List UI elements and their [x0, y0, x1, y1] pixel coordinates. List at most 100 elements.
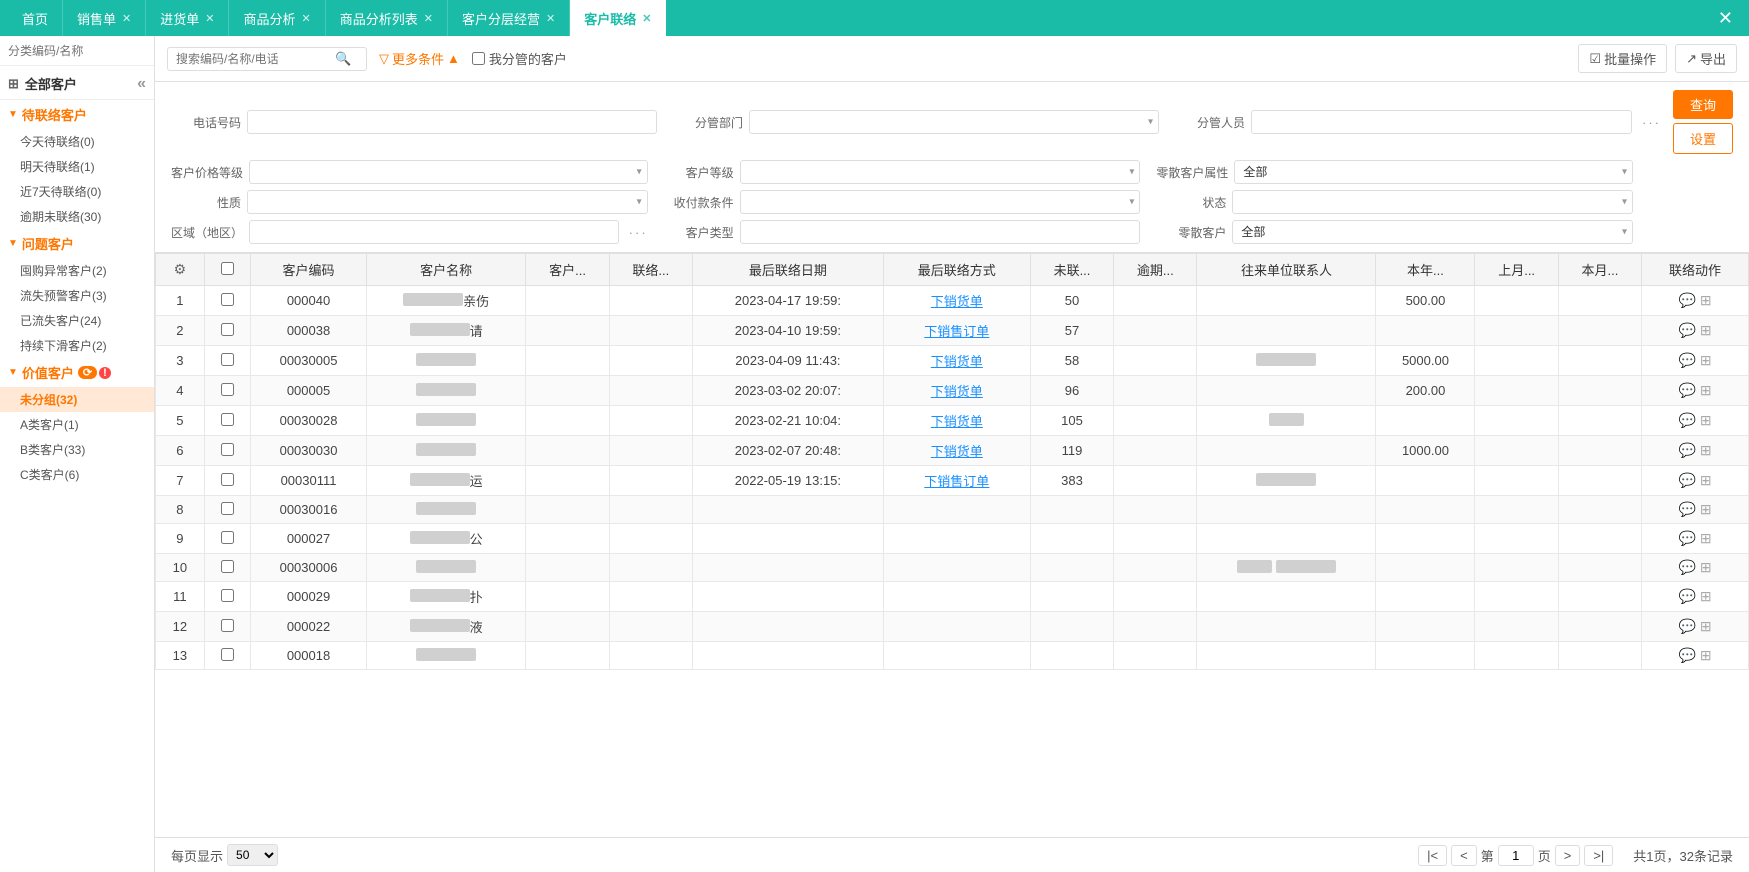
sidebar-item-abnormal[interactable]: 囤购异常客户(2): [0, 258, 154, 283]
td-checkbox[interactable]: [204, 346, 250, 376]
sidebar-group-problem[interactable]: ▼ 问题客户: [0, 229, 154, 258]
sidebar-item-churned[interactable]: 已流失客户(24): [0, 308, 154, 333]
nav-tab-analysis-list[interactable]: 商品分析列表 ✕: [326, 0, 448, 36]
td-checkbox[interactable]: [204, 642, 250, 670]
td-last-way[interactable]: 下销货单: [883, 286, 1030, 316]
action-grid-icon[interactable]: ⊞: [1700, 588, 1712, 605]
my-customers-checkbox[interactable]: [472, 52, 485, 65]
sidebar-item-churn-warning[interactable]: 流失预警客户(3): [0, 283, 154, 308]
sidebar-group-pending[interactable]: ▼ 待联络客户: [0, 100, 154, 129]
action-chat-icon[interactable]: 💬: [1678, 352, 1695, 369]
td-checkbox[interactable]: [204, 316, 250, 346]
row-checkbox[interactable]: [221, 531, 234, 544]
region-input[interactable]: [249, 220, 619, 244]
col-contact-person[interactable]: 往来单位联系人: [1197, 254, 1376, 286]
action-chat-icon[interactable]: 💬: [1678, 472, 1695, 489]
person-more-icon[interactable]: ···: [1642, 115, 1661, 130]
search-icon[interactable]: 🔍: [335, 51, 351, 67]
action-chat-icon[interactable]: 💬: [1678, 559, 1695, 576]
reset-button[interactable]: 设置: [1673, 123, 1733, 154]
td-checkbox[interactable]: [204, 524, 250, 554]
sidebar-all-customers[interactable]: ⊞ 全部客户 «: [0, 66, 154, 100]
col-checkbox[interactable]: [204, 254, 250, 286]
page-input[interactable]: [1498, 845, 1534, 866]
filter-more-btn[interactable]: ▽ 更多条件 ▲: [379, 49, 460, 68]
nav-tab-analysis[interactable]: 商品分析 ✕: [229, 0, 325, 36]
col-last-date[interactable]: 最后联络日期: [693, 254, 884, 286]
payment-select[interactable]: [740, 190, 1141, 214]
col-code[interactable]: 客户编码: [251, 254, 367, 286]
row-checkbox[interactable]: [221, 619, 234, 632]
retail-attr-select[interactable]: 全部: [1234, 160, 1633, 184]
col-this-year[interactable]: 本年...: [1376, 254, 1475, 286]
retail-customer-select[interactable]: 全部: [1232, 220, 1633, 244]
td-checkbox[interactable]: [204, 582, 250, 612]
row-checkbox[interactable]: [221, 443, 234, 456]
query-button[interactable]: 查询: [1673, 90, 1733, 119]
td-checkbox[interactable]: [204, 436, 250, 466]
status-select[interactable]: [1232, 190, 1633, 214]
col-this-month[interactable]: 本月...: [1558, 254, 1641, 286]
sidebar-item-class-c[interactable]: C类客户(6): [0, 462, 154, 487]
td-last-way[interactable]: 下销货单: [883, 436, 1030, 466]
col-last-way[interactable]: 最后联络方式: [883, 254, 1030, 286]
nav-tab-home[interactable]: 首页: [8, 0, 63, 36]
action-grid-icon[interactable]: ⊞: [1700, 412, 1712, 429]
row-checkbox[interactable]: [221, 383, 234, 396]
row-checkbox[interactable]: [221, 353, 234, 366]
col-last-month[interactable]: 上月...: [1475, 254, 1558, 286]
nav-window-close[interactable]: ✕: [1710, 8, 1741, 29]
td-checkbox[interactable]: [204, 554, 250, 582]
action-grid-icon[interactable]: ⊞: [1700, 618, 1712, 635]
sidebar-item-unclassified[interactable]: 未分组(32): [0, 387, 154, 412]
customer-contact-tab-close[interactable]: ✕: [642, 12, 651, 25]
analysis-tab-close[interactable]: ✕: [302, 12, 311, 25]
export-btn[interactable]: ↗ 导出: [1675, 44, 1737, 73]
customer-type-input[interactable]: [740, 220, 1141, 244]
col-type[interactable]: 客户...: [526, 254, 609, 286]
col-no-contact[interactable]: 未联...: [1030, 254, 1113, 286]
td-checkbox[interactable]: [204, 496, 250, 524]
per-page-select[interactable]: 50 20 100: [227, 844, 278, 866]
action-grid-icon[interactable]: ⊞: [1700, 501, 1712, 518]
row-checkbox[interactable]: [221, 502, 234, 515]
td-checkbox[interactable]: [204, 612, 250, 642]
purchase-tab-close[interactable]: ✕: [205, 12, 214, 25]
action-grid-icon[interactable]: ⊞: [1700, 442, 1712, 459]
col-contact[interactable]: 联络...: [609, 254, 692, 286]
row-checkbox[interactable]: [221, 473, 234, 486]
row-checkbox[interactable]: [221, 560, 234, 573]
action-grid-icon[interactable]: ⊞: [1700, 647, 1712, 664]
td-last-way[interactable]: 下销售订单: [883, 316, 1030, 346]
nature-select[interactable]: [247, 190, 648, 214]
action-chat-icon[interactable]: 💬: [1678, 322, 1695, 339]
sidebar-group-value[interactable]: ▼ 价值客户 ⟳ !: [0, 358, 154, 387]
nav-tab-customer-contact[interactable]: 客户联络 ✕: [570, 0, 666, 36]
td-checkbox[interactable]: [204, 406, 250, 436]
dept-select[interactable]: [749, 110, 1159, 134]
page-last-btn[interactable]: >|: [1584, 845, 1613, 866]
nav-tab-customer-tier[interactable]: 客户分层经营 ✕: [448, 0, 570, 36]
action-chat-icon[interactable]: 💬: [1678, 501, 1695, 518]
price-level-select[interactable]: [249, 160, 648, 184]
row-checkbox[interactable]: [221, 413, 234, 426]
row-checkbox[interactable]: [221, 293, 234, 306]
sidebar-item-class-b[interactable]: B类客户(33): [0, 437, 154, 462]
action-chat-icon[interactable]: 💬: [1678, 382, 1695, 399]
sidebar-search-input[interactable]: [8, 44, 155, 58]
col-overdue[interactable]: 逾期...: [1114, 254, 1197, 286]
batch-action-btn[interactable]: ☑ 批量操作: [1578, 44, 1667, 73]
td-checkbox[interactable]: [204, 376, 250, 406]
action-grid-icon[interactable]: ⊞: [1700, 292, 1712, 309]
sidebar-item-tomorrow[interactable]: 明天待联络(1): [0, 154, 154, 179]
search-input[interactable]: [176, 52, 331, 66]
select-all-checkbox[interactable]: [221, 262, 234, 275]
col-gear[interactable]: ⚙: [156, 254, 205, 286]
row-checkbox[interactable]: [221, 323, 234, 336]
region-more-icon[interactable]: ···: [629, 225, 648, 240]
action-chat-icon[interactable]: 💬: [1678, 412, 1695, 429]
phone-input[interactable]: [247, 110, 657, 134]
td-checkbox[interactable]: [204, 466, 250, 496]
td-last-way[interactable]: 下销货单: [883, 376, 1030, 406]
action-chat-icon[interactable]: 💬: [1678, 647, 1695, 664]
